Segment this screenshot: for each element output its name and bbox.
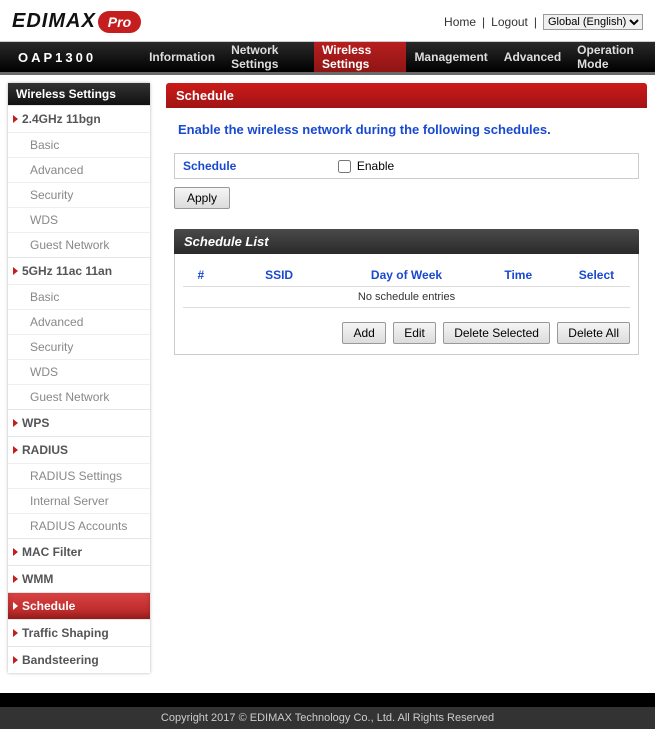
sidebar: Wireless Settings 2.4GHz 11bgnBasicAdvan… [8,83,150,673]
sidebar-sub-guest-network[interactable]: Guest Network [8,384,150,409]
delete-all-button[interactable]: Delete All [557,322,630,344]
logo-text: EDIMAX [12,10,96,33]
schedule-list-header: Schedule List [174,229,639,254]
schedule-list-box: # SSID Day of Week Time Select No schedu… [174,254,639,355]
nav-tab-advanced[interactable]: Advanced [496,42,569,72]
nav-bar: OAP1300 InformationNetwork SettingsWirel… [0,42,655,72]
nav-tab-operation-mode[interactable]: Operation Mode [569,42,655,72]
logo-pro-badge: Pro [98,11,141,33]
sidebar-title: Wireless Settings [8,83,150,105]
empty-row: No schedule entries [183,287,630,308]
sidebar-sub-internal-server[interactable]: Internal Server [8,488,150,513]
sidebar-sub-basic[interactable]: Basic [8,284,150,309]
col-time: Time [474,264,563,287]
col-dow: Day of Week [339,264,473,287]
sidebar-sub-wds[interactable]: WDS [8,207,150,232]
sidebar-sub-security[interactable]: Security [8,334,150,359]
sidebar-sub-advanced[interactable]: Advanced [8,157,150,182]
col-num: # [183,264,219,287]
home-link[interactable]: Home [444,15,476,29]
sidebar-sub-wds[interactable]: WDS [8,359,150,384]
intro-text: Enable the wireless network during the f… [174,122,639,137]
model-name: OAP1300 [0,50,141,65]
apply-button[interactable]: Apply [174,187,230,209]
top-right-controls: Home | Logout | Global (English) [444,14,643,30]
enable-label: Enable [357,159,394,173]
sidebar-sub-radius-settings[interactable]: RADIUS Settings [8,463,150,488]
schedule-list-table: # SSID Day of Week Time Select No schedu… [183,264,630,308]
nav-tabs: InformationNetwork SettingsWireless Sett… [141,42,655,72]
enable-checkbox-wrap[interactable]: Enable [338,159,395,173]
black-strip [0,693,655,707]
add-button[interactable]: Add [342,322,385,344]
nav-tab-network-settings[interactable]: Network Settings [223,42,314,72]
sidebar-sub-basic[interactable]: Basic [8,132,150,157]
sidebar-sub-security[interactable]: Security [8,182,150,207]
col-select: Select [563,264,630,287]
logout-link[interactable]: Logout [491,15,528,29]
sidebar-section-bandsteering[interactable]: Bandsteering [8,646,150,673]
schedule-setting-label: Schedule [175,154,330,179]
sidebar-section-schedule[interactable]: Schedule [8,592,150,619]
logo: EDIMAX Pro [12,10,141,33]
sidebar-section-wps[interactable]: WPS [8,409,150,436]
sidebar-sub-advanced[interactable]: Advanced [8,309,150,334]
list-button-row: Add Edit Delete Selected Delete All [183,322,630,344]
enable-checkbox[interactable] [338,160,351,173]
sidebar-section-2-4ghz-11bgn[interactable]: 2.4GHz 11bgn [8,105,150,132]
nav-tab-wireless-settings[interactable]: Wireless Settings [314,42,406,72]
nav-tab-information[interactable]: Information [141,42,223,72]
sidebar-section-wmm[interactable]: WMM [8,565,150,592]
nav-tab-management[interactable]: Management [406,42,495,72]
sidebar-sub-radius-accounts[interactable]: RADIUS Accounts [8,513,150,538]
settings-table: Schedule Enable [174,153,639,179]
sidebar-sub-guest-network[interactable]: Guest Network [8,232,150,257]
sidebar-section-traffic-shaping[interactable]: Traffic Shaping [8,619,150,646]
main-content: Schedule Enable the wireless network dur… [166,83,647,673]
sidebar-section-radius[interactable]: RADIUS [8,436,150,463]
panel-title: Schedule [166,83,647,108]
footer: Copyright 2017 © EDIMAX Technology Co., … [0,707,655,729]
sidebar-section-mac-filter[interactable]: MAC Filter [8,538,150,565]
sidebar-section-5ghz-11ac-11an[interactable]: 5GHz 11ac 11an [8,257,150,284]
edit-button[interactable]: Edit [393,322,436,344]
delete-selected-button[interactable]: Delete Selected [443,322,550,344]
top-header: EDIMAX Pro Home | Logout | Global (Engli… [0,0,655,42]
language-select[interactable]: Global (English) [543,14,643,30]
col-ssid: SSID [219,264,340,287]
